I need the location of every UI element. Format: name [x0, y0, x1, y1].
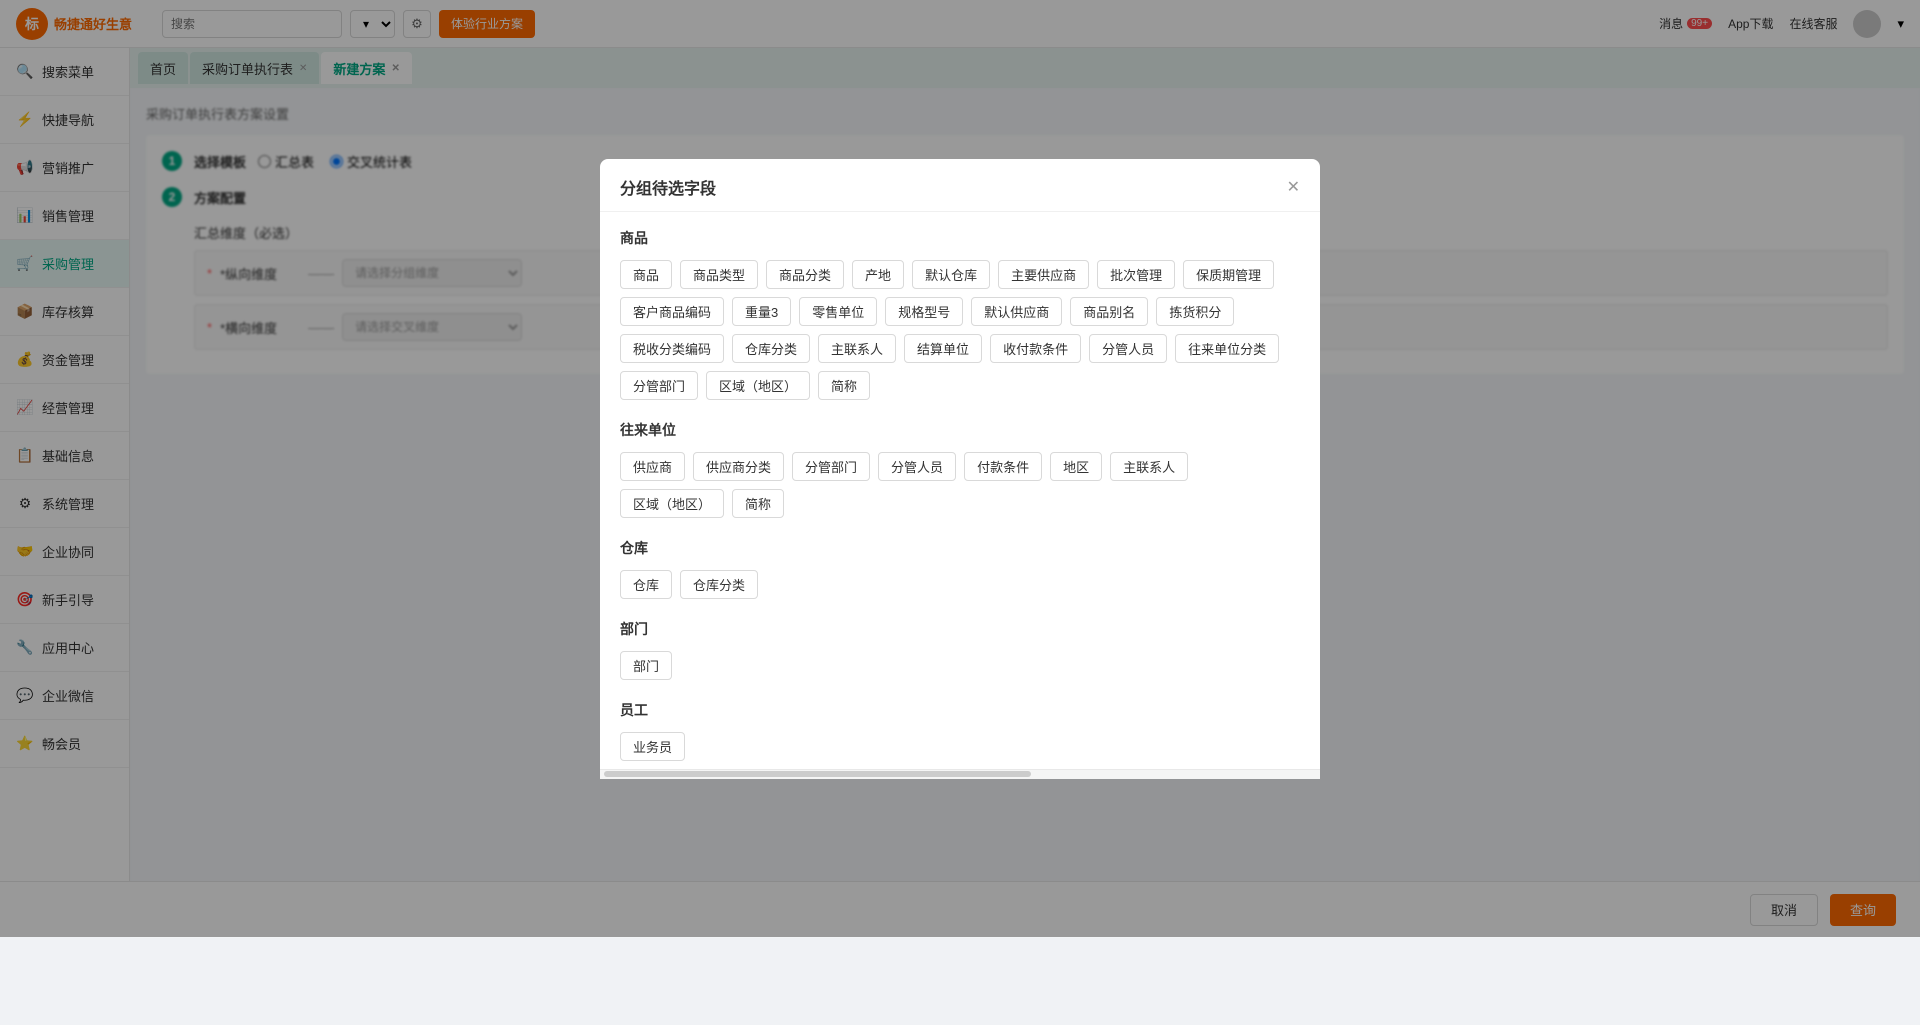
partner-field-grid: 供应商 供应商分类 分管部门 分管人员 付款条件 地区 主联系人 区域（地区） …	[620, 452, 1300, 518]
field-tag[interactable]: 保质期管理	[1183, 260, 1274, 289]
modal-close-button[interactable]: ✕	[1287, 177, 1300, 197]
modal-section-goods: 商品 商品 商品类型 商品分类 产地 默认仓库 主要供应商 批次管理 保质期管理…	[620, 228, 1300, 400]
field-tag[interactable]: 简称	[818, 371, 870, 400]
field-tag[interactable]: 分管部门	[792, 452, 870, 481]
goods-field-grid: 商品 商品类型 商品分类 产地 默认仓库 主要供应商 批次管理 保质期管理 客户…	[620, 260, 1300, 400]
field-tag[interactable]: 区域（地区）	[706, 371, 810, 400]
field-tag[interactable]: 主联系人	[818, 334, 896, 363]
field-tag[interactable]: 付款条件	[964, 452, 1042, 481]
field-tag[interactable]: 业务员	[620, 732, 685, 761]
modal-header: 分组待选字段 ✕	[600, 159, 1320, 212]
field-tag[interactable]: 仓库分类	[680, 570, 758, 599]
field-tag[interactable]: 产地	[852, 260, 904, 289]
field-tag[interactable]: 简称	[732, 489, 784, 518]
field-tag[interactable]: 税收分类编码	[620, 334, 724, 363]
field-tag[interactable]: 部门	[620, 651, 672, 680]
warehouse-section-title: 仓库	[620, 538, 1300, 558]
field-tag[interactable]: 批次管理	[1097, 260, 1175, 289]
field-tag[interactable]: 商品	[620, 260, 672, 289]
field-tag[interactable]: 供应商分类	[693, 452, 784, 481]
field-tag[interactable]: 分管人员	[1089, 334, 1167, 363]
field-tag[interactable]: 区域（地区）	[620, 489, 724, 518]
modal-title: 分组待选字段	[620, 175, 716, 199]
field-tag[interactable]: 商品别名	[1070, 297, 1148, 326]
field-tag[interactable]: 默认仓库	[912, 260, 990, 289]
field-tag[interactable]: 重量3	[732, 297, 791, 326]
field-tag[interactable]: 分管人员	[878, 452, 956, 481]
field-tag[interactable]: 商品分类	[766, 260, 844, 289]
field-tag[interactable]: 仓库	[620, 570, 672, 599]
field-tag[interactable]: 分管部门	[620, 371, 698, 400]
field-tag[interactable]: 仓库分类	[732, 334, 810, 363]
field-tag[interactable]: 商品类型	[680, 260, 758, 289]
field-tag[interactable]: 零售单位	[799, 297, 877, 326]
partner-section-title: 往来单位	[620, 420, 1300, 440]
field-tag[interactable]: 地区	[1050, 452, 1102, 481]
field-tag[interactable]: 规格型号	[885, 297, 963, 326]
field-tag[interactable]: 结算单位	[904, 334, 982, 363]
employee-field-grid: 业务员	[620, 732, 1300, 761]
field-tag[interactable]: 收付款条件	[990, 334, 1081, 363]
employee-section-title: 员工	[620, 700, 1300, 720]
field-tag[interactable]: 默认供应商	[971, 297, 1062, 326]
modal-section-warehouse: 仓库 仓库 仓库分类	[620, 538, 1300, 599]
field-tag[interactable]: 主要供应商	[998, 260, 1089, 289]
dept-field-grid: 部门	[620, 651, 1300, 680]
modal-section-partner: 往来单位 供应商 供应商分类 分管部门 分管人员 付款条件 地区 主联系人 区域…	[620, 420, 1300, 518]
modal-section-employee: 员工 业务员	[620, 700, 1300, 761]
modal-overlay: 分组待选字段 ✕ 商品 商品 商品类型 商品分类 产地 默认仓库 主要供应商 批…	[0, 0, 1920, 937]
field-tag[interactable]: 主联系人	[1110, 452, 1188, 481]
goods-section-title: 商品	[620, 228, 1300, 248]
modal-dialog: 分组待选字段 ✕ 商品 商品 商品类型 商品分类 产地 默认仓库 主要供应商 批…	[600, 159, 1320, 779]
modal-body[interactable]: 商品 商品 商品类型 商品分类 产地 默认仓库 主要供应商 批次管理 保质期管理…	[600, 212, 1320, 770]
modal-section-dept: 部门 部门	[620, 619, 1300, 680]
dept-section-title: 部门	[620, 619, 1300, 639]
field-tag[interactable]: 供应商	[620, 452, 685, 481]
horizontal-scrollbar[interactable]	[600, 769, 1320, 778]
field-tag[interactable]: 往来单位分类	[1175, 334, 1279, 363]
field-tag[interactable]: 拣货积分	[1156, 297, 1234, 326]
warehouse-field-grid: 仓库 仓库分类	[620, 570, 1300, 599]
scrollbar-thumb	[604, 771, 1031, 777]
field-tag[interactable]: 客户商品编码	[620, 297, 724, 326]
